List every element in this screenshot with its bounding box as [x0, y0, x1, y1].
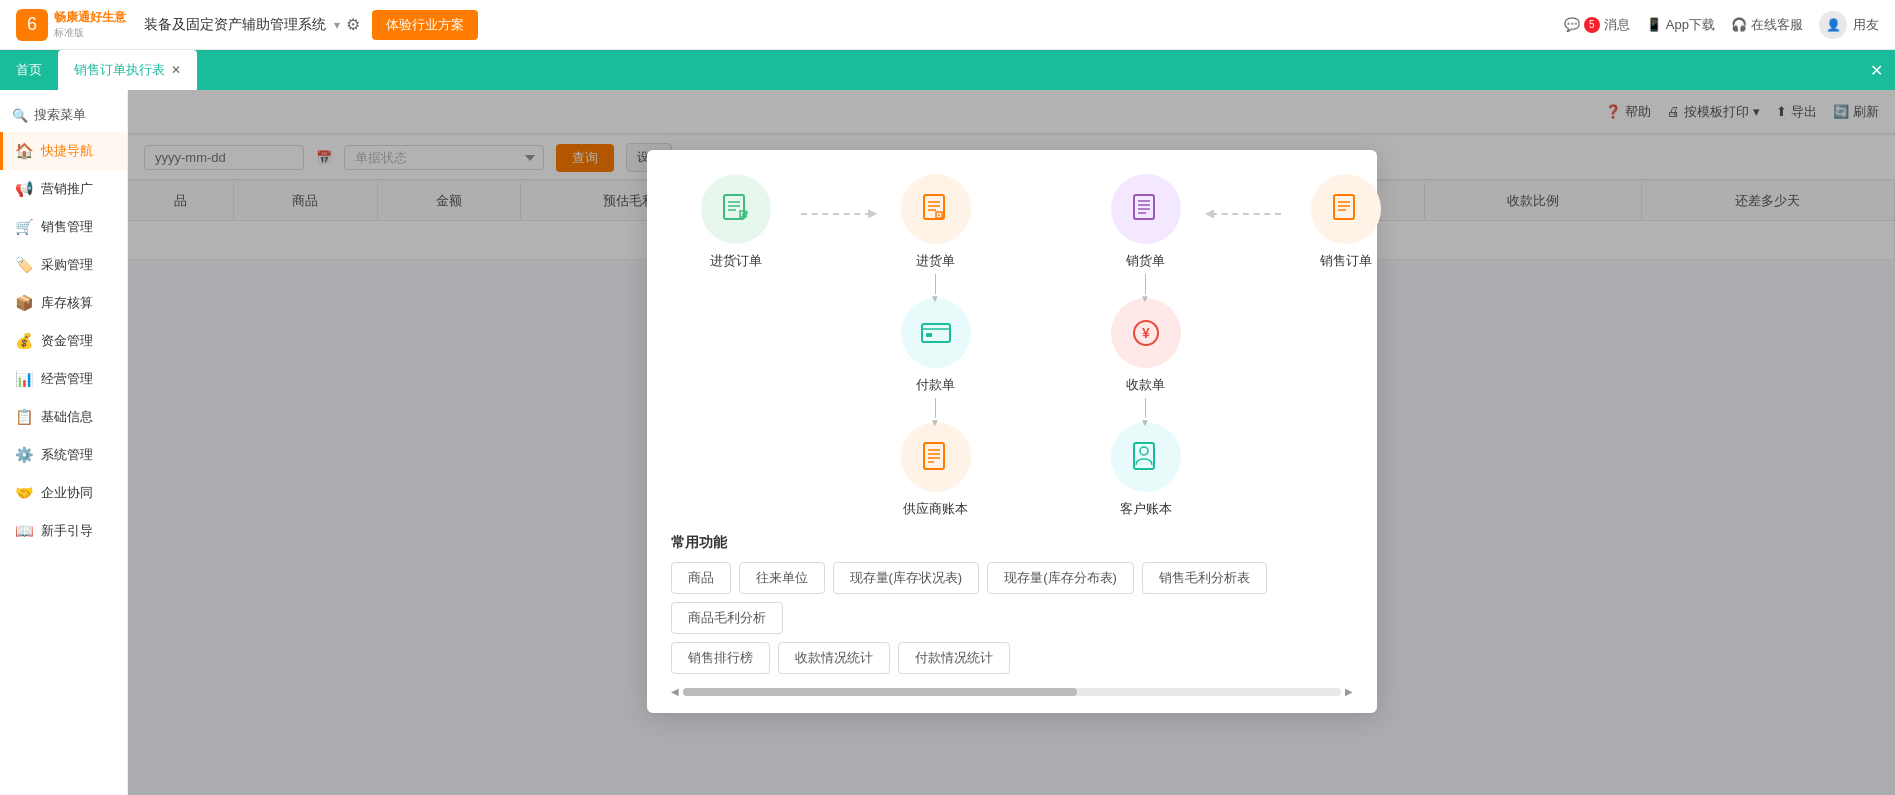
sidebar-item-sales[interactable]: 🛒 销售管理 [0, 208, 127, 246]
popup: 进货订单 ▶ 进货单 [647, 150, 1377, 713]
sidebar-item-inventory[interactable]: 📦 库存核算 [0, 284, 127, 322]
svg-rect-18 [922, 324, 950, 342]
arrow-purchase-v: ▼ [935, 274, 936, 294]
sidebar-item-system[interactable]: ⚙️ 系统管理 [0, 436, 127, 474]
sidebar-item-enterprise[interactable]: 🤝 企业协同 [0, 474, 127, 512]
marketing-icon: 📢 [15, 180, 33, 198]
flow-node-purchase-invoice[interactable]: 进货单 [871, 174, 1001, 270]
search-menu[interactable]: 🔍 搜索菜单 [0, 98, 127, 132]
tab-bar-close-icon[interactable]: ✕ [1870, 61, 1883, 80]
message-badge: 5 [1584, 17, 1600, 33]
trial-button[interactable]: 体验行业方案 [372, 10, 478, 40]
tab-close-icon[interactable]: ✕ [171, 63, 181, 77]
arrow-sales-v: ▼ [1145, 274, 1146, 294]
arrow-purchase-to-invoice: ▶ [801, 213, 871, 215]
service-icon: 🎧 [1731, 17, 1747, 32]
message-item[interactable]: 💬 5 消息 [1564, 16, 1630, 34]
home-icon: 🏠 [15, 142, 33, 160]
info-icon: 📋 [15, 408, 33, 426]
logo-area: 6 畅康通好生意 标准版 [16, 9, 136, 41]
operation-icon: 📊 [15, 370, 33, 388]
search-icon: 🔍 [12, 108, 28, 123]
btn-goods-profit[interactable]: 商品毛利分析 [671, 602, 783, 634]
scrollbar-track[interactable] [683, 688, 1341, 696]
btn-stock-dist[interactable]: 现存量(库存分布表) [987, 562, 1134, 594]
guide-icon: 📖 [15, 522, 33, 540]
avatar: 👤 [1819, 11, 1847, 39]
chevron-down-icon[interactable]: ▾ [334, 18, 340, 32]
btn-sales-profit[interactable]: 销售毛利分析表 [1142, 562, 1267, 594]
flow-node-payment[interactable]: 付款单 [901, 298, 971, 394]
flow-node-supplier-ledger[interactable]: 供应商账本 [901, 422, 971, 518]
svg-point-29 [1140, 447, 1148, 455]
flow-node-customer-ledger[interactable]: 客户账本 [1111, 422, 1181, 518]
logo-text: 畅康通好生意 标准版 [54, 10, 126, 39]
system-icon: ⚙️ [15, 446, 33, 464]
sidebar-item-quick-nav[interactable]: 🏠 快捷导航 [0, 132, 127, 170]
user-area[interactable]: 👤 用友 [1819, 11, 1879, 39]
sidebar-item-marketing[interactable]: 📢 营销推广 [0, 170, 127, 208]
sales-icon: 🛒 [15, 218, 33, 236]
flow-node-receipt[interactable]: ¥ 收款单 [1111, 298, 1181, 394]
svg-rect-20 [926, 333, 932, 337]
sidebar: 🔍 搜索菜单 🏠 快捷导航 📢 营销推广 🛒 销售管理 🏷️ 采购管理 📦 库存… [0, 90, 128, 795]
svg-rect-4 [924, 195, 944, 219]
sidebar-item-finance[interactable]: 💰 资金管理 [0, 322, 127, 360]
purchase-icon: 🏷️ [15, 256, 33, 274]
finance-icon: 💰 [15, 332, 33, 350]
tab-sales-order[interactable]: 销售订单执行表 ✕ [58, 50, 197, 90]
message-icon: 💬 [1564, 17, 1580, 32]
online-service-item[interactable]: 🎧 在线客服 [1731, 16, 1803, 34]
flow-diagram: 进货订单 ▶ 进货单 [671, 174, 1353, 518]
sidebar-item-operation[interactable]: 📊 经营管理 [0, 360, 127, 398]
scrollbar-right-arrow[interactable]: ▶ [1345, 686, 1353, 697]
app-download-item[interactable]: 📱 App下载 [1646, 16, 1715, 34]
common-title: 常用功能 [671, 534, 1353, 552]
sidebar-item-purchase[interactable]: 🏷️ 采购管理 [0, 246, 127, 284]
top-header: 6 畅康通好生意 标准版 装备及固定资产辅助管理系统 ▾ ⚙ 体验行业方案 💬 … [0, 0, 1895, 50]
tab-bar: 首页 销售订单执行表 ✕ ✕ [0, 50, 1895, 90]
flow-node-sales-order[interactable]: 销售订单 [1281, 174, 1411, 270]
sidebar-item-basic-info[interactable]: 📋 基础信息 [0, 398, 127, 436]
sidebar-item-guide[interactable]: 📖 新手引导 [0, 512, 127, 550]
popup-scrollbar: ◀ ▶ [671, 686, 1353, 697]
btn-sales-rank[interactable]: 销售排行榜 [671, 642, 770, 674]
svg-rect-23 [924, 443, 944, 469]
common-buttons: 商品 往来单位 现存量(库存状况表) 现存量(库存分布表) 销售毛利分析表 商品… [671, 562, 1353, 634]
svg-rect-9 [1134, 195, 1154, 219]
content-area: ❓ 帮助 🖨 按模板打印 ▾ ⬆ 导出 🔄 刷新 [128, 90, 1895, 795]
flow-node-sales-invoice[interactable]: 销货单 [1081, 174, 1211, 270]
header-right: 💬 5 消息 📱 App下载 🎧 在线客服 👤 用友 [1564, 11, 1879, 39]
flow-node-purchase-order[interactable]: 进货订单 [671, 174, 801, 270]
enterprise-icon: 🤝 [15, 484, 33, 502]
gear-icon[interactable]: ⚙ [346, 15, 360, 34]
system-title: 装备及固定资产辅助管理系统 ▾ [144, 16, 340, 34]
scrollbar-left-arrow[interactable]: ◀ [671, 686, 679, 697]
common-buttons-row2: 销售排行榜 收款情况统计 付款情况统计 [671, 642, 1353, 674]
scrollbar-thumb [683, 688, 1078, 696]
main-layout: 🔍 搜索菜单 🏠 快捷导航 📢 营销推广 🛒 销售管理 🏷️ 采购管理 📦 库存… [0, 90, 1895, 795]
btn-receipt-stat[interactable]: 收款情况统计 [778, 642, 890, 674]
logo-icon: 6 [16, 9, 48, 41]
tab-home[interactable]: 首页 [0, 50, 58, 90]
btn-goods[interactable]: 商品 [671, 562, 731, 594]
btn-contacts[interactable]: 往来单位 [739, 562, 825, 594]
btn-payment-stat[interactable]: 付款情况统计 [898, 642, 1010, 674]
inventory-icon: 📦 [15, 294, 33, 312]
common-section: 常用功能 商品 往来单位 现存量(库存状况表) 现存量(库存分布表) 销售毛利分… [671, 534, 1353, 674]
arrow-sales-order-to-invoice: ◀ [1211, 213, 1281, 215]
svg-text:¥: ¥ [1142, 325, 1150, 341]
svg-rect-0 [724, 195, 744, 219]
arrow-payment-v: ▼ [935, 398, 936, 418]
arrow-receipt-v: ▼ [1145, 398, 1146, 418]
svg-rect-14 [1334, 195, 1354, 219]
download-icon: 📱 [1646, 17, 1662, 32]
btn-stock-status[interactable]: 现存量(库存状况表) [833, 562, 980, 594]
